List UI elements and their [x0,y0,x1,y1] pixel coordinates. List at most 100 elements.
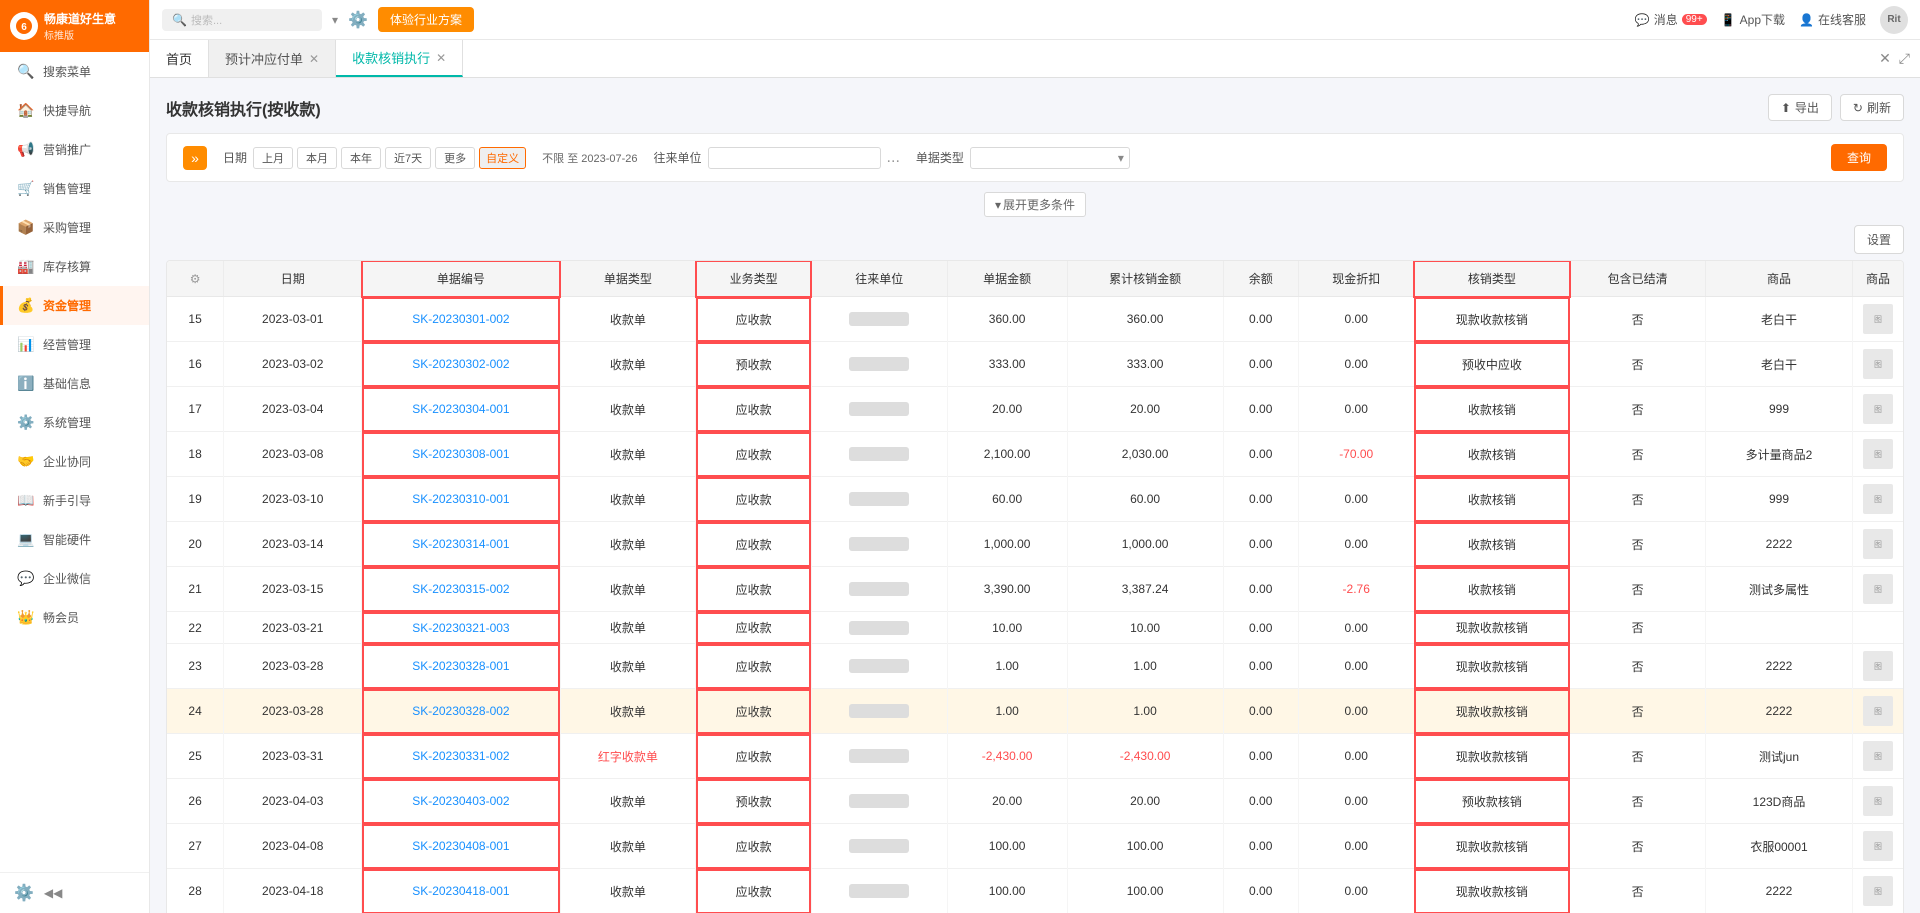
sidebar-label-wechat: 企业微信 [43,570,91,587]
cell-discount: 0.00 [1298,689,1414,734]
guide-icon: 📖 [17,492,35,509]
cell-goods2: 图 [1853,522,1904,567]
date-more[interactable]: 更多 [435,147,475,169]
expand-more-btn[interactable]: ▾ 展开更多条件 [984,192,1086,217]
doc-no-link[interactable]: SK-20230301-002 [412,312,509,326]
unit-blurred [849,749,909,763]
doc-no-link[interactable]: SK-20230403-002 [412,794,509,808]
cell-doc-no: SK-20230302-002 [362,342,560,387]
doc-no-link[interactable]: SK-20230321-003 [412,621,509,635]
sidebar-item-search[interactable]: 🔍搜索菜单 [0,52,149,91]
tab-receipt-close[interactable]: ✕ [436,51,446,65]
doc-no-link[interactable]: SK-20230418-001 [412,884,509,898]
unit-input[interactable] [708,147,881,169]
doc-no-link[interactable]: SK-20230328-001 [412,659,509,673]
doc-no-link[interactable]: SK-20230304-001 [412,402,509,416]
query-btn[interactable]: 查询 [1831,144,1887,171]
app-download-group[interactable]: 📱 App下载 [1721,11,1785,28]
cell-no: 28 [167,869,224,913]
doc-no-link[interactable]: SK-20230328-002 [412,704,509,718]
cell-date: 2023-03-01 [224,297,362,342]
table-row: 19 2023-03-10 SK-20230310-001 收款单 应收款 60… [167,477,1903,522]
doc-no-link[interactable]: SK-20230310-001 [412,492,509,506]
unit-dots-btn[interactable]: ... [887,149,900,167]
cell-amount: 100.00 [947,869,1067,913]
cell-balance: 0.00 [1223,779,1298,824]
tab-home[interactable]: 首页 [150,40,209,77]
cell-no: 25 [167,734,224,779]
topbar-dropdown-icon[interactable]: ▾ [332,13,338,27]
unit-blurred [849,537,909,551]
cell-biz-type: 应收款 [696,477,812,522]
cell-biz-type: 预收款 [696,342,812,387]
cell-discount: 0.00 [1298,522,1414,567]
col-gear[interactable]: ⚙ [167,261,224,297]
unit-blurred [849,492,909,506]
table-settings-btn[interactable]: 设置 [1854,225,1904,254]
sidebar-item-enterprise[interactable]: 🤝企业协同 [0,442,149,481]
cell-doc-type: 收款单 [560,342,696,387]
sidebar-item-finance[interactable]: 💰资金管理 [0,286,149,325]
sidebar-item-basics[interactable]: ℹ️基础信息 [0,364,149,403]
doctype-select[interactable]: 收款单 红字收款单 [970,147,1130,169]
doc-no-link[interactable]: SK-20230314-001 [412,537,509,551]
doc-no-link[interactable]: SK-20230331-002 [412,749,509,763]
table-wrapper[interactable]: ⚙ 日期 单据编号 单据类型 业务类型 往来单位 单据金额 累计核销金额 余额 … [167,261,1903,913]
tab-prepay-close[interactable]: ✕ [309,52,319,66]
cell-no: 26 [167,779,224,824]
cell-doc-type: 红字收款单 [560,734,696,779]
topbar-gear-icon[interactable]: ⚙️ [348,10,368,30]
cell-cancel-type: 现款收款核销 [1414,297,1570,342]
cell-no: 19 [167,477,224,522]
cell-date: 2023-03-10 [224,477,362,522]
cell-goods: 测试jun [1706,734,1853,779]
message-icon: 💬 [1635,13,1650,27]
avatar[interactable]: Rit [1880,6,1908,34]
cell-no: 18 [167,432,224,477]
cell-doc-no: SK-20230310-001 [362,477,560,522]
service-group[interactable]: 👤 在线客服 [1799,11,1866,28]
date-custom[interactable]: 自定义 [479,147,526,169]
sidebar-item-purchase[interactable]: 📦采购管理 [0,208,149,247]
tab-receipt-label: 收款核销执行 [352,48,430,67]
cell-goods2: 图 [1853,824,1904,869]
cell-unit [811,297,947,342]
filter-expand-btn[interactable]: » [183,146,207,170]
sidebar-item-operations[interactable]: 📊经营管理 [0,325,149,364]
settings-icon[interactable]: ⚙️ [14,883,34,903]
sidebar-item-inventory[interactable]: 🏭库存核算 [0,247,149,286]
sidebar-item-sales[interactable]: 🛒销售管理 [0,169,149,208]
tab-prepay[interactable]: 预计冲应付单 ✕ [209,40,336,77]
sidebar-item-guide[interactable]: 📖新手引导 [0,481,149,520]
sidebar-item-quicknav[interactable]: 🏠快捷导航 [0,91,149,130]
doc-no-link[interactable]: SK-20230308-001 [412,447,509,461]
export-btn[interactable]: ⬆ 导出 [1768,94,1832,121]
industry-btn[interactable]: 体验行业方案 [378,7,474,32]
sidebar-item-member[interactable]: 👑畅会员 [0,598,149,637]
sidebar-item-hardware[interactable]: 💻智能硬件 [0,520,149,559]
refresh-btn[interactable]: ↻ 刷新 [1840,94,1904,121]
cell-goods2: 图 [1853,477,1904,522]
doc-no-link[interactable]: SK-20230302-002 [412,357,509,371]
maximize-icon[interactable]: ⤢ [1899,50,1910,67]
cell-biz-type: 应收款 [696,869,812,913]
date-prev-month[interactable]: 上月 [253,147,293,169]
sidebar-item-marketing[interactable]: 📢营销推广 [0,130,149,169]
collapse-icon[interactable]: ◀◀ [44,886,62,900]
cell-balance: 0.00 [1223,644,1298,689]
col-amount: 单据金额 [947,261,1067,297]
tab-receipt[interactable]: 收款核销执行 ✕ [336,40,463,77]
cell-cancel-type: 收款核销 [1414,567,1570,612]
doc-no-link[interactable]: SK-20230315-002 [412,582,509,596]
cell-no: 16 [167,342,224,387]
close-window-icon[interactable]: ✕ [1879,50,1891,67]
date-7days[interactable]: 近7天 [385,147,431,169]
sidebar-item-wechat[interactable]: 💬企业微信 [0,559,149,598]
message-group[interactable]: 💬 消息 99+ [1635,11,1707,28]
date-curr-year[interactable]: 本年 [341,147,381,169]
date-curr-month[interactable]: 本月 [297,147,337,169]
doc-no-link[interactable]: SK-20230408-001 [412,839,509,853]
table-row: 27 2023-04-08 SK-20230408-001 收款单 应收款 10… [167,824,1903,869]
sidebar-item-system[interactable]: ⚙️系统管理 [0,403,149,442]
quicknav-icon: 🏠 [17,102,35,119]
